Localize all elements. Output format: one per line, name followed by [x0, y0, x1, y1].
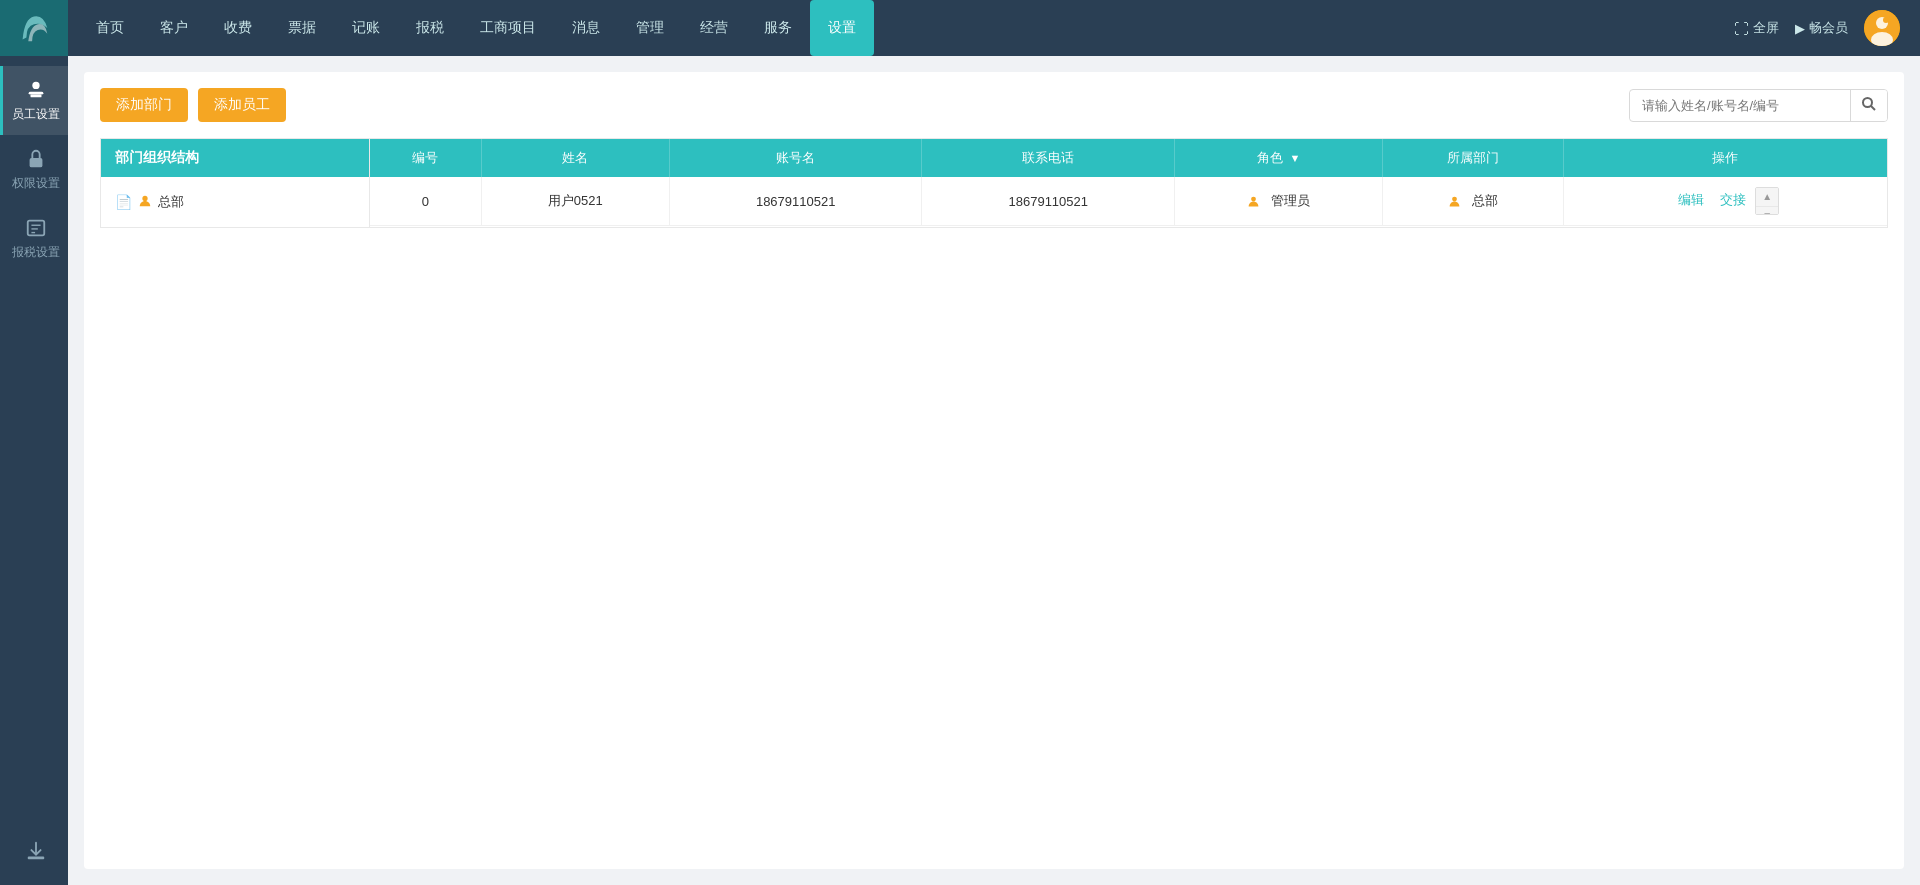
cell-phone: 18679110521: [922, 177, 1175, 226]
role-user-icon: [1247, 193, 1267, 208]
svg-point-4: [32, 82, 39, 89]
tax-icon: [24, 216, 48, 240]
dept-tree-item-headquarters[interactable]: 📄 总部: [111, 187, 359, 217]
svg-rect-9: [27, 221, 44, 236]
file-icon: 📄: [115, 194, 132, 210]
top-navigation: 首页 客户 收费 票据 记账 报税 工商项目 消息 管理 经营 服务 设置 ⛶ …: [0, 0, 1920, 56]
search-input[interactable]: [1630, 92, 1850, 119]
dept-user-icon: [138, 194, 152, 211]
svg-point-14: [1863, 98, 1872, 107]
svg-rect-6: [30, 95, 41, 98]
dept-tree-header: 部门组织结构: [101, 139, 369, 177]
lock-icon: [24, 147, 48, 171]
svg-point-17: [1251, 197, 1256, 202]
person-icon: [24, 78, 48, 102]
add-employee-button[interactable]: 添加员工: [198, 88, 286, 122]
nav-service[interactable]: 服务: [746, 0, 810, 56]
nav-fee[interactable]: 收费: [206, 0, 270, 56]
scroll-down-button[interactable]: ▼: [1756, 207, 1778, 215]
search-box: [1629, 89, 1888, 122]
toolbar-left: 添加部门 添加员工: [100, 88, 286, 122]
dept-tree: 部门组织结构 📄 总部: [100, 138, 370, 228]
scroll-control[interactable]: ▲ ▼: [1755, 187, 1779, 215]
search-icon: [1861, 96, 1877, 112]
dept-item-label: 总部: [158, 193, 184, 211]
sidebar: 员工设置 权限设置 报税设置: [0, 56, 68, 885]
col-phone: 联系电话: [922, 139, 1175, 177]
content-card: 添加部门 添加员工 部门组织结构 📄: [84, 72, 1904, 869]
nav-settings[interactable]: 设置: [810, 0, 874, 56]
table-body: 0 用户0521 18679110521 18679110521: [370, 177, 1887, 226]
layout: 部门组织结构 📄 总部: [100, 138, 1888, 228]
nav-bookkeeping[interactable]: 记账: [334, 0, 398, 56]
svg-rect-5: [28, 92, 43, 95]
cell-id: 0: [370, 177, 481, 226]
col-actions: 操作: [1563, 139, 1887, 177]
nav-items: 首页 客户 收费 票据 记账 报税 工商项目 消息 管理 经营 服务 设置: [68, 0, 1734, 56]
col-account: 账号名: [669, 139, 922, 177]
svg-rect-13: [27, 857, 44, 860]
nav-customer[interactable]: 客户: [142, 0, 206, 56]
logo[interactable]: [0, 0, 68, 56]
cell-actions: 编辑 交接 ▲ ▼: [1563, 177, 1887, 226]
toolbar: 添加部门 添加员工: [100, 88, 1888, 122]
search-button[interactable]: [1850, 90, 1887, 121]
transfer-link[interactable]: 交接: [1720, 192, 1746, 207]
cell-name: 用户0521: [481, 177, 669, 226]
svg-point-8: [34, 161, 37, 164]
col-id: 编号: [370, 139, 481, 177]
add-dept-button[interactable]: 添加部门: [100, 88, 188, 122]
cell-dept: 总部: [1383, 177, 1564, 226]
col-name: 姓名: [481, 139, 669, 177]
cell-account: 18679110521: [669, 177, 922, 226]
sidebar-item-permission[interactable]: 权限设置: [0, 135, 68, 204]
employee-table: 编号 姓名 账号名 联系电话 角色 ▼ 所属部门 操作: [370, 139, 1887, 226]
svg-point-18: [1452, 197, 1457, 202]
nav-invoice[interactable]: 票据: [270, 0, 334, 56]
nav-manage[interactable]: 管理: [618, 0, 682, 56]
svg-point-16: [142, 195, 147, 200]
scroll-up-button[interactable]: ▲: [1756, 188, 1778, 207]
filter-icon: ▼: [1290, 152, 1301, 164]
nav-message[interactable]: 消息: [554, 0, 618, 56]
sidebar-download[interactable]: [0, 827, 68, 875]
dept-tree-body: 📄 总部: [101, 177, 369, 227]
dept-user-icon: [1448, 193, 1468, 208]
avatar[interactable]: [1864, 10, 1900, 46]
table-row: 0 用户0521 18679110521 18679110521: [370, 177, 1887, 226]
main-content: 添加部门 添加员工 部门组织结构 📄: [68, 56, 1920, 885]
nav-business[interactable]: 工商项目: [462, 0, 554, 56]
edit-link[interactable]: 编辑: [1678, 192, 1704, 207]
svg-line-15: [1871, 106, 1875, 110]
nav-tax[interactable]: 报税: [398, 0, 462, 56]
col-role[interactable]: 角色 ▼: [1175, 139, 1383, 177]
vip-button[interactable]: ▶ 畅会员: [1795, 19, 1848, 37]
fullscreen-button[interactable]: ⛶ 全屏: [1734, 19, 1779, 37]
download-icon: [24, 839, 48, 863]
sidebar-item-taxsettings[interactable]: 报税设置: [0, 204, 68, 273]
sidebar-item-employee[interactable]: 员工设置: [0, 66, 68, 135]
cell-role: 管理员: [1175, 177, 1383, 226]
employee-table-wrap: 编号 姓名 账号名 联系电话 角色 ▼ 所属部门 操作: [370, 138, 1888, 228]
logo-icon: [15, 9, 53, 47]
nav-operation[interactable]: 经营: [682, 0, 746, 56]
nav-right: ⛶ 全屏 ▶ 畅会员: [1734, 10, 1920, 46]
table-header-row: 编号 姓名 账号名 联系电话 角色 ▼ 所属部门 操作: [370, 139, 1887, 177]
col-dept: 所属部门: [1383, 139, 1564, 177]
nav-home[interactable]: 首页: [78, 0, 142, 56]
